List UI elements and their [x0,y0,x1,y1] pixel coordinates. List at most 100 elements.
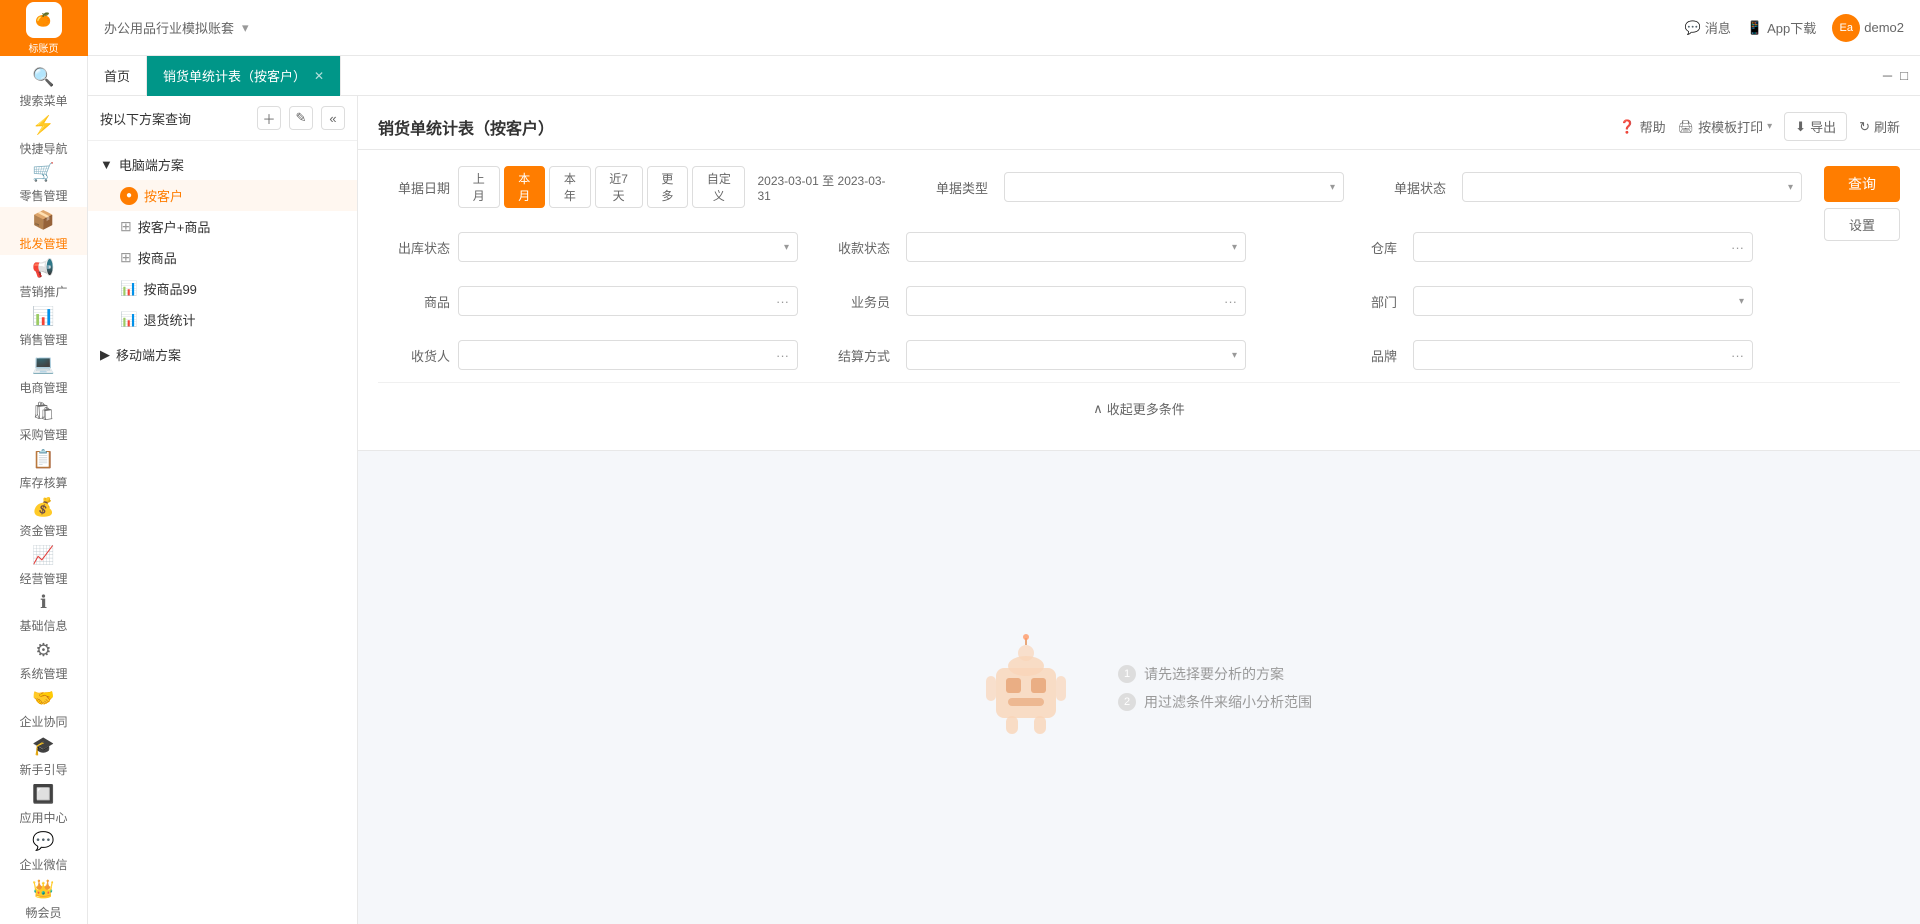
print-chevron-icon: ▾ [1767,121,1772,132]
operation-icon: 📈 [32,545,54,566]
sidebar-item-member[interactable]: 👑 畅会员 [0,876,87,924]
order-type-input[interactable]: ▾ [1004,172,1344,202]
basic-icon: ℹ [40,592,47,613]
sidebar-item-basic[interactable]: ℹ 基础信息 [0,590,87,638]
message-btn[interactable]: 💬 消息 [1685,18,1731,37]
export-btn[interactable]: ⬇ 导出 [1784,112,1847,141]
empty-hint-2: 2 用过滤条件来缩小分析范围 [1118,692,1312,712]
salesman-input[interactable]: ··· [906,286,1246,316]
goods-input[interactable]: ··· [458,286,798,316]
sidebar-item-label: 快捷导航 [19,140,67,157]
sidebar-item-marketing[interactable]: 📢 营销推广 [0,255,87,303]
date-btn-7days[interactable]: 近7天 [595,166,643,208]
print-icon: 🖨 [1678,119,1695,135]
corp-icon: 🤝 [32,688,54,709]
tab-sales-stat[interactable]: 销货单统计表（按客户） ✕ [147,56,341,96]
left-panel-header: 按以下方案查询 ＋ ✎ « [88,96,357,141]
sidebar-item-search[interactable]: 🔍 搜索菜单 [0,64,87,112]
consignee-dots[interactable]: ··· [776,348,789,363]
help-btn[interactable]: ❓ 帮助 [1619,117,1665,136]
sidebar-item-newbie[interactable]: 🎓 新手引导 [0,733,87,781]
sidebar-item-sales[interactable]: 📊 销售管理 [0,303,87,351]
tree-expand-icon: ▼ [100,157,113,172]
sidebar-item-corp[interactable]: 🤝 企业协同 [0,685,87,733]
tab-home[interactable]: 首页 [88,56,147,96]
collapse-icon: ∧ [1093,401,1103,417]
sidebar-item-finance[interactable]: 💰 资金管理 [0,494,87,542]
set-button[interactable]: 设置 [1824,208,1900,241]
sidebar-item-quicknav[interactable]: ⚡ 快捷导航 [0,112,87,160]
minimize-icon[interactable]: ─ [1883,68,1892,83]
brand-dots[interactable]: ··· [1731,348,1744,363]
order-status-input[interactable]: ▾ [1462,172,1802,202]
add-scheme-btn[interactable]: ＋ [257,106,281,130]
app-download-btn[interactable]: 📱 App下载 [1747,18,1816,37]
sidebar-item-system[interactable]: ⚙ 系统管理 [0,637,87,685]
empty-state: 1 请先选择要分析的方案 2 用过滤条件来缩小分析范围 [358,451,1920,924]
hint-1-text: 请先选择要分析的方案 [1144,664,1284,684]
settlement-input[interactable]: ▾ [906,340,1246,370]
tree-desktop-label: 电脑端方案 [119,155,184,174]
ship-status-label: 出库状态 [378,238,458,257]
collapse-panel-btn[interactable]: « [321,106,345,130]
collapse-btn[interactable]: ∧ 收起更多条件 [1085,391,1193,426]
dept-input[interactable]: ▾ [1413,286,1753,316]
ship-status-input[interactable]: ▾ [458,232,798,262]
sidebar-item-purchase[interactable]: 🛍 采购管理 [0,398,87,446]
tab-close-icon[interactable]: ✕ [314,69,324,83]
salesman-dots[interactable]: ··· [1224,294,1237,309]
date-btn-last-month[interactable]: 上月 [458,166,500,208]
sidebar-item-wholesale[interactable]: 📦 批发管理 [0,207,87,255]
warehouse-input[interactable]: ··· [1413,232,1753,262]
filter-area: 单据日期 上月 本月 本年 近7天 更多 自定义 2023-03-01 至 20… [358,150,1920,451]
settlement-chevron: ▾ [1232,350,1237,361]
logo: 🍊 标账页 [0,0,88,56]
query-button[interactable]: 查询 [1824,166,1900,202]
receipt-status-input[interactable]: ▾ [906,232,1246,262]
order-type-label: 单据类型 [916,178,996,197]
goods-dots[interactable]: ··· [776,294,789,309]
salesman-label: 业务员 [818,292,898,311]
empty-hint-1: 1 请先选择要分析的方案 [1118,664,1284,684]
tree-item-by-goods[interactable]: ⊞ 按商品 [88,242,357,273]
sidebar-item-inventory[interactable]: 📋 库存核算 [0,446,87,494]
sidebar-item-apps[interactable]: 🔲 应用中心 [0,781,87,829]
by-goods-99-icon: 📊 [120,280,137,297]
date-btn-this-year[interactable]: 本年 [549,166,591,208]
sidebar-item-retail[interactable]: 🛒 零售管理 [0,160,87,208]
tree-desktop-parent[interactable]: ▼ 电脑端方案 [88,149,357,180]
main-area: 办公用品行业模拟账套 ▾ 💬 消息 📱 App下载 Ea demo2 首页 [88,0,1920,924]
by-customer-icon: ● [120,187,138,205]
sidebar-item-label: 资金管理 [19,522,67,539]
consignee-input[interactable]: ··· [458,340,798,370]
sidebar-item-label: 零售管理 [19,187,67,204]
refresh-btn[interactable]: ↻ 刷新 [1859,117,1900,136]
date-btn-more[interactable]: 更多 [647,166,689,208]
tree-item-by-goods-99[interactable]: 📊 按商品99 [88,273,357,304]
export-icon: ⬇ [1795,119,1806,135]
maximize-icon[interactable]: □ [1900,68,1908,83]
brand-input[interactable]: ··· [1413,340,1753,370]
warehouse-dots[interactable]: ··· [1731,240,1744,255]
return-stat-icon: 📊 [120,311,137,328]
edit-scheme-btn[interactable]: ✎ [289,106,313,130]
receipt-chevron: ▾ [1232,242,1237,253]
sidebar-item-label: 基础信息 [19,617,67,634]
tree-mobile-parent[interactable]: ▶ 移动端方案 [88,339,357,370]
sidebar-item-label: 库存核算 [19,474,67,491]
refresh-label: 刷新 [1874,117,1900,136]
sidebar-item-operation[interactable]: 📈 经营管理 [0,542,87,590]
date-btn-this-month[interactable]: 本月 [504,166,546,208]
by-goods-99-label: 按商品99 [143,279,196,298]
sidebar-item-wechat[interactable]: 💬 企业微信 [0,829,87,877]
print-btn[interactable]: 🖨 按模板打印 ▾ [1678,117,1773,136]
dropdown-chevron-icon[interactable]: ▾ [242,20,249,36]
logo-text: 标账页 [29,40,59,55]
tree-item-return-stat[interactable]: 📊 退货统计 [88,304,357,335]
user-profile[interactable]: Ea demo2 [1832,14,1904,42]
tab-bar: 首页 销货单统计表（按客户） ✕ ─ □ [88,56,1920,96]
tree-item-by-customer[interactable]: ● 按客户 [88,180,357,211]
date-btn-custom[interactable]: 自定义 [692,166,745,208]
tree-item-by-customer-goods[interactable]: ⊞ 按客户+商品 [88,211,357,242]
sidebar-item-ecommerce[interactable]: 💻 电商管理 [0,351,87,399]
